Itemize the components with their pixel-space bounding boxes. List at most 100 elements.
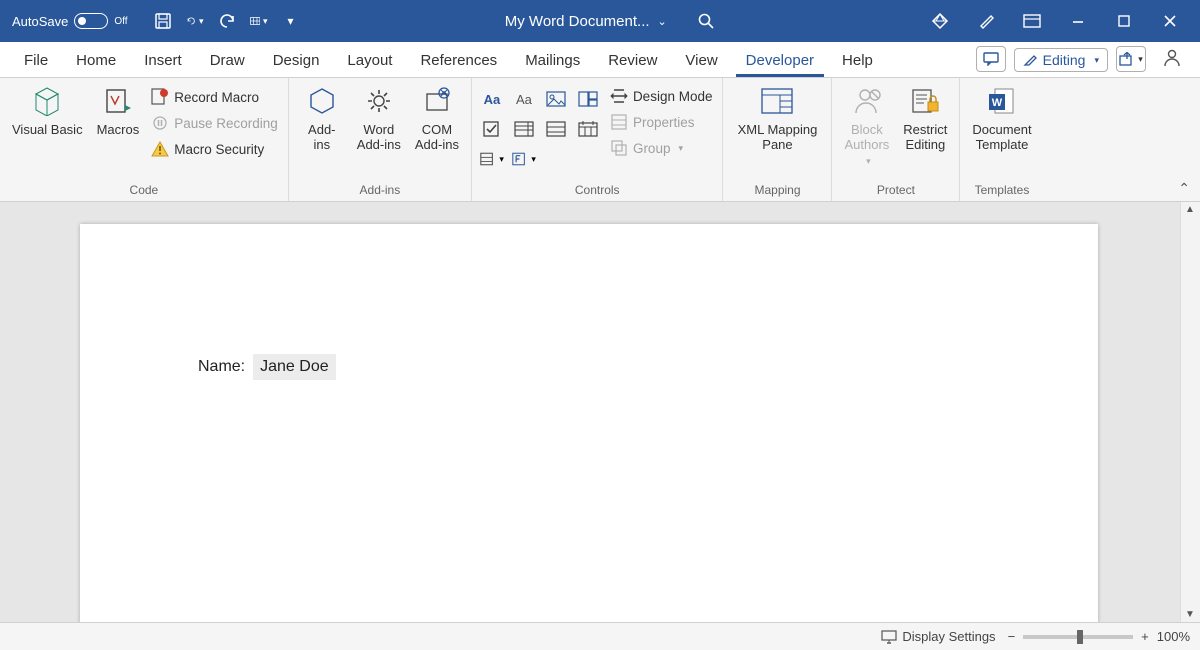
zoom-out-button[interactable]: − [1008,629,1016,644]
design-mode-button[interactable]: Design Mode [608,86,715,106]
tab-review[interactable]: Review [598,46,667,77]
account-button[interactable] [1158,44,1186,72]
document-line: Name: Jane Doe [198,354,336,380]
zoom-slider[interactable] [1023,635,1133,639]
minimize-button[interactable] [1058,0,1098,42]
combobox-control-icon[interactable] [512,118,536,140]
svg-text:W: W [992,97,1003,109]
dropdown-control-icon[interactable] [544,118,568,140]
com-addins-icon [420,84,454,118]
toggle-off-icon [74,13,108,29]
visual-basic-icon [30,84,64,118]
block-authors-button: Block Authors ▾ [840,82,893,169]
block-authors-icon [850,84,884,118]
pause-icon [151,114,169,132]
tab-help[interactable]: Help [832,46,883,77]
ribbon-tabs: File Home Insert Draw Design Layout Refe… [0,42,1200,78]
undo-icon[interactable]: ▾ [186,12,204,30]
tab-insert[interactable]: Insert [134,46,192,77]
comments-button[interactable] [976,46,1006,72]
macros-icon [101,84,135,118]
group-templates: W Document Template Templates [960,78,1043,201]
addins-icon [305,84,339,118]
autosave-state: Off [114,16,127,27]
maximize-button[interactable] [1104,0,1144,42]
document-title[interactable]: My Word Document... ⌄ [505,13,667,30]
gear-icon [362,84,396,118]
scroll-down-icon[interactable]: ▼ [1185,609,1195,620]
tab-file[interactable]: File [14,46,58,77]
plain-text-control-icon[interactable]: Aa [512,88,536,110]
editing-mode-button[interactable]: Editing ▾ [1014,48,1108,72]
group-button: Group▾ [608,138,715,158]
redo-icon[interactable] [218,12,236,30]
rich-text-control-icon[interactable]: Aa [480,88,504,110]
building-block-control-icon[interactable] [576,88,600,110]
autosave-toggle[interactable]: AutoSave Off [12,13,128,29]
restrict-editing-icon [908,84,942,118]
zoom-level[interactable]: 100% [1157,629,1190,644]
zoom-controls: − + 100% [1008,629,1190,644]
group-controls: Aa Aa ▾ ▾ Design Mode Properties [472,78,724,201]
group-label: Templates [975,183,1030,199]
legacy-tools-icon[interactable]: ▾ [512,148,536,170]
document-page[interactable]: Name: Jane Doe [80,224,1098,622]
save-icon[interactable] [154,12,172,30]
tab-layout[interactable]: Layout [337,46,402,77]
ribbon-display-icon[interactable] [1012,0,1052,42]
group-addins: Add- ins Word Add-ins COM Add-ins Add-in… [289,78,472,201]
group-label: Mapping [754,183,800,199]
chevron-down-icon: ⌄ [658,15,667,28]
word-template-icon: W [985,84,1019,118]
visual-basic-button[interactable]: Visual Basic [8,82,87,139]
tab-references[interactable]: References [410,46,507,77]
tab-home[interactable]: Home [66,46,126,77]
group-label: Add-ins [360,183,401,199]
checkbox-control-icon[interactable] [480,118,504,140]
group-code: Visual Basic Macros Record Macro Pause R… [0,78,289,201]
quick-access-toolbar: ▾ ▾ ▾ [154,12,300,30]
group-protect: Block Authors ▾ Restrict Editing Protect [832,78,960,201]
diamond-icon[interactable] [920,0,960,42]
macro-security-button[interactable]: Macro Security [149,139,280,159]
warning-icon [151,140,169,158]
macros-button[interactable]: Macros [93,82,144,139]
name-content-control[interactable]: Jane Doe [253,354,336,380]
picture-control-icon[interactable] [544,88,568,110]
record-macro-button[interactable]: Record Macro [149,87,280,107]
brush-icon[interactable] [966,0,1006,42]
addins-button[interactable]: Add- ins [297,82,347,154]
group-mapping: XML Mapping Pane Mapping [723,78,832,201]
ribbon: Visual Basic Macros Record Macro Pause R… [0,78,1200,202]
tab-draw[interactable]: Draw [200,46,255,77]
qat-customize-icon[interactable]: ▾ [282,12,300,30]
xml-mapping-button[interactable]: XML Mapping Pane [731,82,823,154]
name-label: Name: [198,358,245,376]
pause-recording-button: Pause Recording [149,113,280,133]
properties-button: Properties [608,112,715,132]
scroll-up-icon[interactable]: ▲ [1185,204,1195,215]
chevron-down-icon: ▾ [1094,55,1099,66]
xml-pane-icon [760,84,794,118]
autosave-label: AutoSave [12,14,68,29]
collapse-ribbon-icon[interactable]: ⌃ [1178,180,1190,197]
repeating-section-icon[interactable]: ▾ [480,148,504,170]
zoom-in-button[interactable]: + [1141,629,1149,644]
table-icon[interactable]: ▾ [250,12,268,30]
tab-mailings[interactable]: Mailings [515,46,590,77]
word-addins-button[interactable]: Word Add-ins [353,82,405,154]
properties-icon [610,113,628,131]
vertical-scrollbar[interactable]: ▲ ▼ [1180,202,1200,622]
document-area: Name: Jane Doe ▲ ▼ [0,202,1200,622]
tab-view[interactable]: View [675,46,727,77]
share-button[interactable]: ▾ [1116,46,1146,72]
tab-developer[interactable]: Developer [736,46,824,77]
display-settings-button[interactable]: Display Settings [881,629,995,644]
restrict-editing-button[interactable]: Restrict Editing [899,82,951,154]
close-button[interactable] [1150,0,1190,42]
search-icon[interactable] [697,12,715,30]
com-addins-button[interactable]: COM Add-ins [411,82,463,154]
document-template-button[interactable]: W Document Template [968,82,1035,154]
date-picker-control-icon[interactable] [576,118,600,140]
tab-design[interactable]: Design [263,46,330,77]
